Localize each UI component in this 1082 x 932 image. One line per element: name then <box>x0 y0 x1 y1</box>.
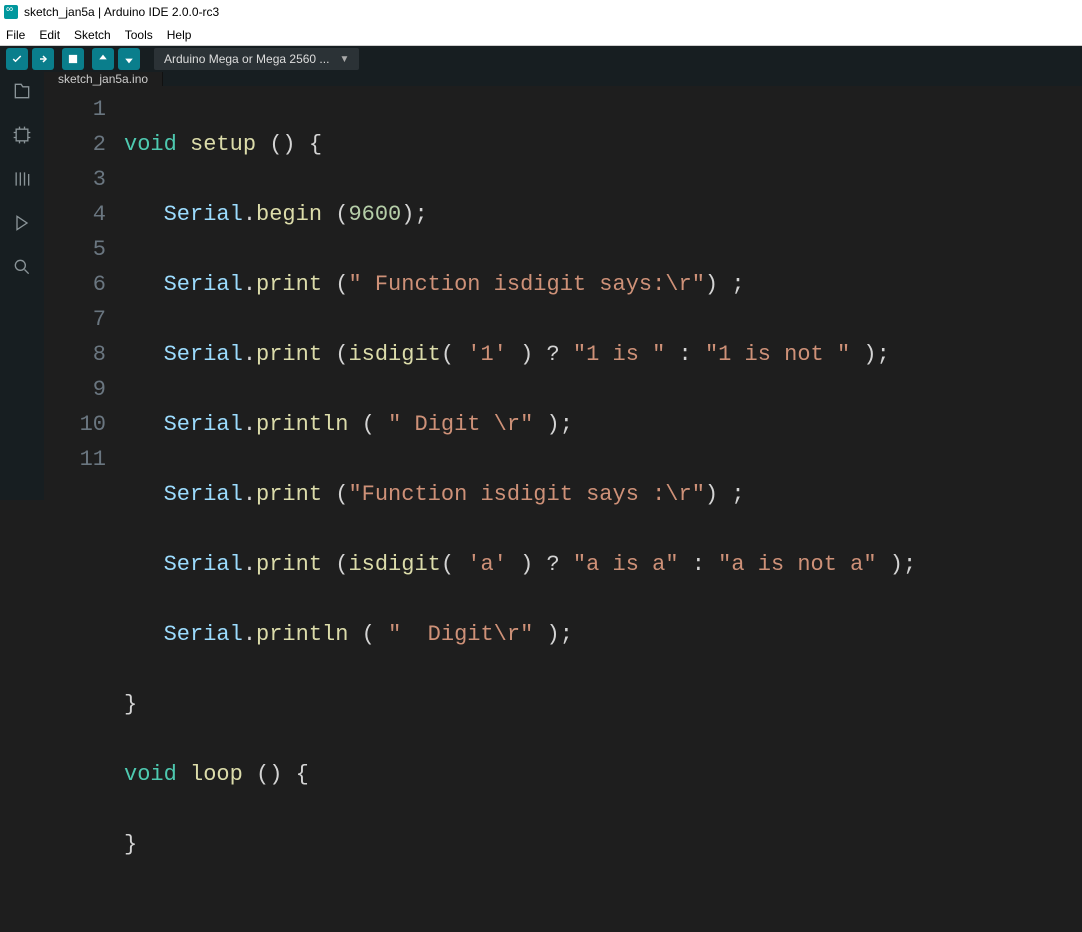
toolbar: Arduino Mega or Mega 2560 ... ▼ <box>0 46 1082 72</box>
code-line: void setup () { <box>124 127 1082 162</box>
line-number: 2 <box>44 127 106 162</box>
search-icon[interactable] <box>11 256 33 278</box>
debug-button[interactable] <box>62 48 84 70</box>
code-line: Serial.println ( " Digit \r" ); <box>124 407 1082 442</box>
code-line: Serial.print ("Function isdigit says :\r… <box>124 477 1082 512</box>
board-label: Arduino Mega or Mega 2560 ... <box>164 52 329 66</box>
code-line: Serial.println ( " Digit\r" ); <box>124 617 1082 652</box>
line-number: 1 <box>44 92 106 127</box>
menu-bar: File Edit Sketch Tools Help <box>0 24 1082 46</box>
title-bar: sketch_jan5a | Arduino IDE 2.0.0-rc3 <box>0 0 1082 24</box>
code-line: } <box>124 827 1082 862</box>
debug-icon[interactable] <box>11 212 33 234</box>
line-number: 9 <box>44 372 106 407</box>
menu-tools[interactable]: Tools <box>125 28 153 42</box>
line-number: 3 <box>44 162 106 197</box>
chevron-down-icon: ▼ <box>339 54 349 65</box>
upload-button[interactable] <box>32 48 54 70</box>
save-button[interactable] <box>118 48 140 70</box>
line-gutter: 1 2 3 4 5 6 7 8 9 10 11 <box>44 92 124 932</box>
activity-bar <box>0 72 44 500</box>
line-number: 5 <box>44 232 106 267</box>
line-number: 10 <box>44 407 106 442</box>
tab-label: sketch_jan5a.ino <box>58 72 148 86</box>
editor-area: sketch_jan5a.ino 1 2 3 4 5 6 7 8 9 10 11… <box>44 72 1082 500</box>
line-number: 7 <box>44 302 106 337</box>
editor-tab[interactable]: sketch_jan5a.ino <box>44 72 163 86</box>
tab-bar: sketch_jan5a.ino <box>44 72 1082 86</box>
menu-sketch[interactable]: Sketch <box>74 28 111 42</box>
code-line: Serial.print (isdigit( 'a' ) ? "a is a" … <box>124 547 1082 582</box>
board-selector[interactable]: Arduino Mega or Mega 2560 ... ▼ <box>154 48 359 70</box>
code-editor[interactable]: 1 2 3 4 5 6 7 8 9 10 11 void setup () { … <box>44 86 1082 932</box>
window-title: sketch_jan5a | Arduino IDE 2.0.0-rc3 <box>24 5 219 19</box>
code-lines: void setup () { Serial.begin (9600); Ser… <box>124 92 1082 932</box>
line-number: 4 <box>44 197 106 232</box>
code-line: Serial.begin (9600); <box>124 197 1082 232</box>
code-line: void loop () { <box>124 757 1082 792</box>
arduino-logo-icon <box>4 5 18 19</box>
menu-help[interactable]: Help <box>167 28 192 42</box>
boards-manager-icon[interactable] <box>11 124 33 146</box>
code-line: } <box>124 687 1082 722</box>
line-number: 11 <box>44 442 106 477</box>
code-line: Serial.print (isdigit( '1' ) ? "1 is " :… <box>124 337 1082 372</box>
files-icon[interactable] <box>11 80 33 102</box>
line-number: 8 <box>44 337 106 372</box>
menu-edit[interactable]: Edit <box>39 28 60 42</box>
verify-button[interactable] <box>6 48 28 70</box>
line-number: 6 <box>44 267 106 302</box>
code-line: Serial.print (" Function isdigit says:\r… <box>124 267 1082 302</box>
open-button[interactable] <box>92 48 114 70</box>
library-manager-icon[interactable] <box>11 168 33 190</box>
menu-file[interactable]: File <box>6 28 25 42</box>
